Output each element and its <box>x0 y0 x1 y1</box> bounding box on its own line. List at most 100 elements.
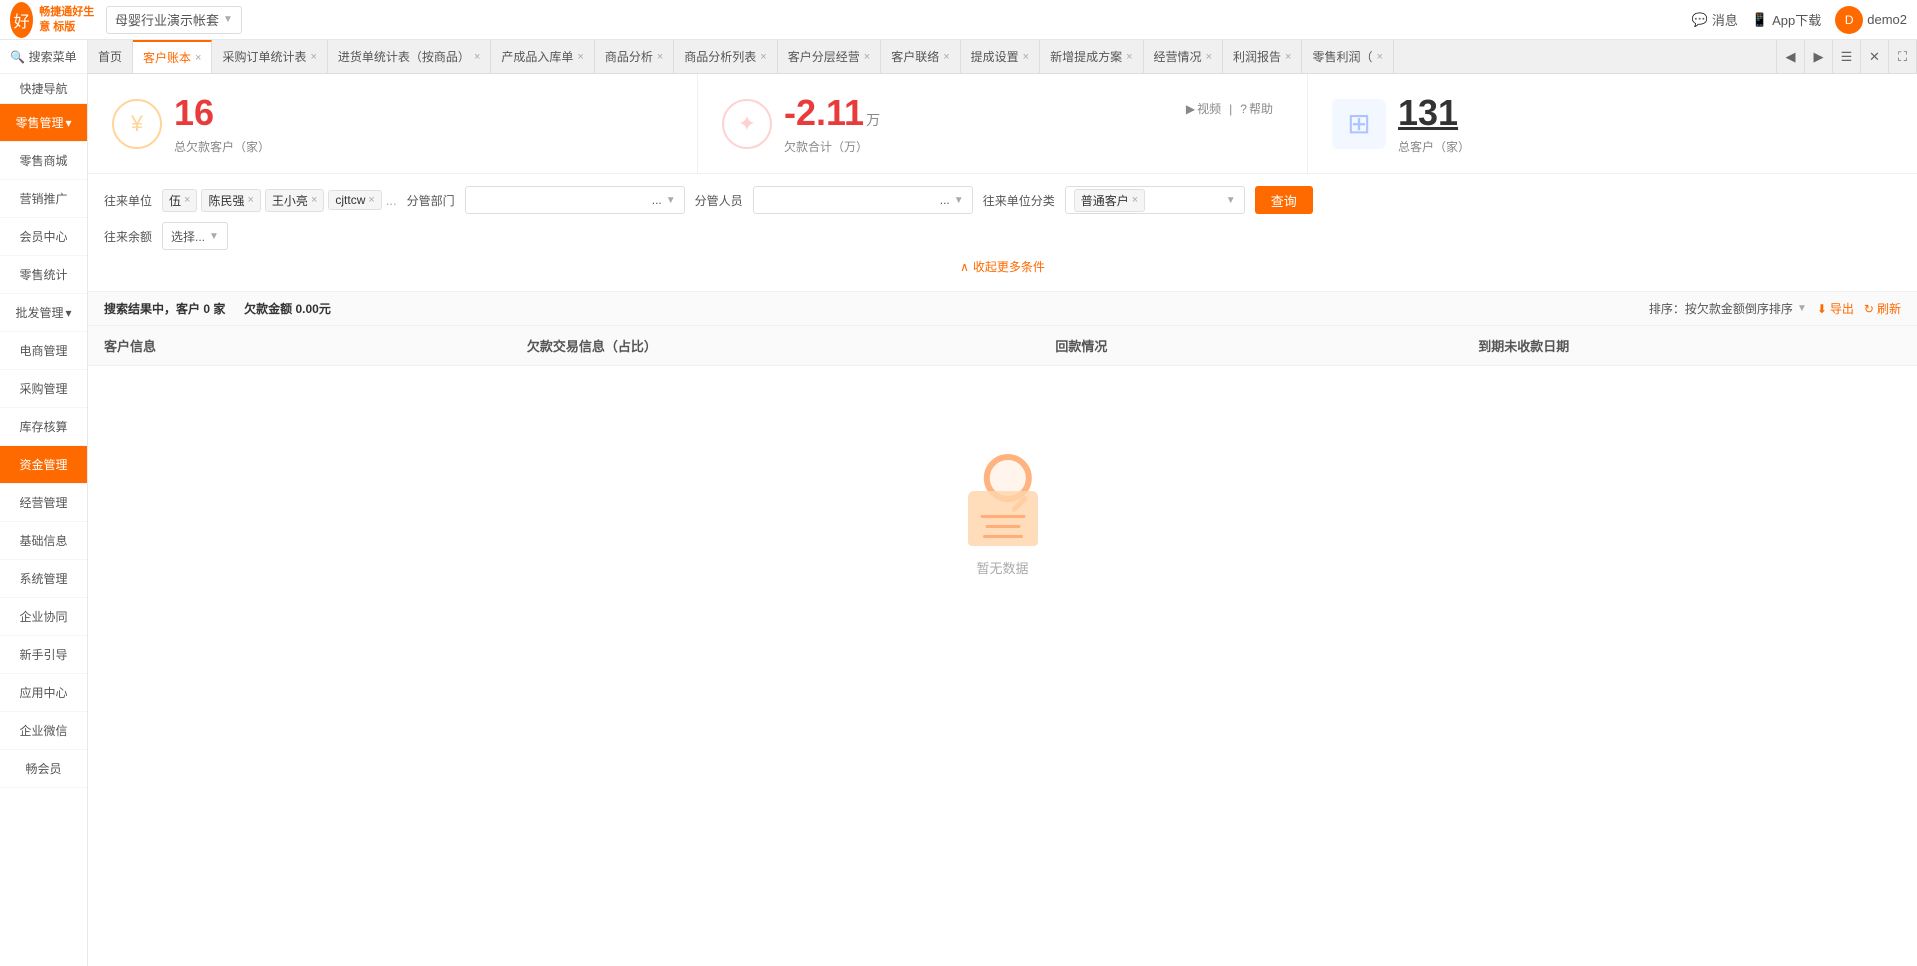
video-link[interactable]: ▶ 视频 <box>1186 100 1221 117</box>
sidebar-item-retail-stats[interactable]: 零售统计 <box>0 256 87 294</box>
tab-add-achievement-close[interactable]: × <box>1126 51 1132 63</box>
help-link[interactable]: ? 帮助 <box>1240 100 1273 117</box>
filter-tag-wang-close[interactable]: × <box>311 194 317 206</box>
filter-person-more[interactable]: ... <box>940 193 950 207</box>
tab-menu[interactable]: ☰ <box>1833 40 1861 74</box>
sidebar-item-inventory[interactable]: 库存核算 <box>0 408 87 446</box>
refresh-button[interactable]: ↻ 刷新 <box>1864 300 1901 317</box>
sidebar-item-wholesale[interactable]: 批发管理 ▾ <box>0 294 87 332</box>
filter-tag-normal-close[interactable]: × <box>1132 194 1138 206</box>
filter-tag-chen-close[interactable]: × <box>247 194 253 206</box>
stat-debt-amount-value: -2.11 <box>784 92 864 134</box>
tab-inventory-stats-label: 进货单统计表（按商品） <box>338 48 470 65</box>
app-wrapper: 好 畅捷通好生意 标版 母婴行业演示帐套 ▼ 💬 消息 📱 App下载 D de… <box>0 0 1917 966</box>
tab-product-analysis[interactable]: 商品分析 × <box>595 40 674 74</box>
tab-product-analysis-close[interactable]: × <box>657 51 663 63</box>
filter-balance-select[interactable]: 选择... ▼ <box>162 222 228 250</box>
tab-product-analysis-list[interactable]: 商品分析列表 × <box>674 40 777 74</box>
tab-profit-report[interactable]: 利润报告 × <box>1223 40 1302 74</box>
sidebar-search[interactable]: 🔍 搜索菜单 <box>0 40 87 74</box>
sidebar-item-retail-mgmt[interactable]: 零售管理 ▾ <box>0 104 87 142</box>
sidebar-quick-nav[interactable]: 快捷导航 <box>0 74 87 104</box>
sidebar-item-basic-info-label: 基础信息 <box>19 534 67 548</box>
tab-product-analysis-list-close[interactable]: × <box>760 51 766 63</box>
sidebar-item-app-center[interactable]: 应用中心 <box>0 674 87 712</box>
collapse-label: 收起更多条件 <box>973 258 1045 275</box>
tab-retail-profit-label: 零售利润（ <box>1312 48 1372 65</box>
tab-add-achievement[interactable]: 新增提成方案 × <box>1040 40 1143 74</box>
sidebar-item-vip[interactable]: 畅会员 <box>0 750 87 788</box>
tab-product-inbound-close[interactable]: × <box>577 51 583 63</box>
username: demo2 <box>1867 12 1907 27</box>
sidebar-item-wecom[interactable]: 企业微信 <box>0 712 87 750</box>
divider-bar: | <box>1229 100 1232 117</box>
tab-achievement-settings-close[interactable]: × <box>1023 51 1029 63</box>
result-customer-unit: 家 <box>213 302 225 316</box>
sidebar-item-operations[interactable]: 经营管理 <box>0 484 87 522</box>
tab-customer-contact-close[interactable]: × <box>943 51 949 63</box>
result-sort-label: 排序：按欠款金额倒序排序 <box>1649 300 1793 317</box>
tab-product-inbound[interactable]: 产成品入库单 × <box>491 40 594 74</box>
app-download-button[interactable]: 📱 App下载 <box>1752 10 1821 29</box>
filter-tag-wu-close[interactable]: × <box>184 194 190 206</box>
filter-category-select[interactable]: 普通客户 × ▼ <box>1065 186 1245 214</box>
filter-tag-cj-close[interactable]: × <box>368 194 374 206</box>
logo-text: 畅捷通好生意 标版 <box>39 5 98 34</box>
filter-tag-more[interactable]: ... <box>386 193 397 208</box>
tab-scroll-left[interactable]: ◀ <box>1777 40 1805 74</box>
result-spacer <box>229 302 241 316</box>
tab-customer-debt-close[interactable]: × <box>195 52 201 64</box>
tab-achievement-settings[interactable]: 提成设置 × <box>961 40 1040 74</box>
tab-purchase-order-stats-close[interactable]: × <box>310 51 316 63</box>
filter-unit-tags: 伍 × 陈民强 × 王小亮 × <box>162 189 397 212</box>
tab-purchase-order-stats[interactable]: 采购订单统计表 × <box>212 40 327 74</box>
logo-icon: 好 <box>10 2 33 38</box>
sidebar-item-retail-mgmt-arrow: ▾ <box>65 116 71 130</box>
sidebar-item-purchase[interactable]: 采购管理 <box>0 370 87 408</box>
result-sort[interactable]: 排序：按欠款金额倒序排序 ▼ <box>1649 300 1807 317</box>
query-button[interactable]: 查询 <box>1255 186 1313 214</box>
filter-person-select[interactable]: ... ▼ <box>753 186 973 214</box>
sidebar-item-retail-mall[interactable]: 零售商城 <box>0 142 87 180</box>
sidebar-item-enterprise[interactable]: 企业协同 <box>0 598 87 636</box>
company-selector[interactable]: 母婴行业演示帐套 ▼ <box>106 6 242 34</box>
tab-home[interactable]: 首页 <box>88 40 133 74</box>
tab-operations-situation-close[interactable]: × <box>1206 51 1212 63</box>
sidebar-item-system[interactable]: 系统管理 <box>0 560 87 598</box>
stat-block-debt-customers-content: 16 总欠款客户（家） <box>174 92 270 155</box>
filter-balance-chevron: ▼ <box>209 231 219 242</box>
sidebar-item-new-guide[interactable]: 新手引导 <box>0 636 87 674</box>
empty-state-text: 暂无数据 <box>976 558 1028 577</box>
tab-operations-situation[interactable]: 经营情况 × <box>1144 40 1223 74</box>
tab-close-all[interactable]: ✕ <box>1861 40 1889 74</box>
tab-retail-profit-close[interactable]: × <box>1376 51 1382 63</box>
filter-tag-wang-label: 王小亮 <box>272 192 308 209</box>
message-button[interactable]: 💬 消息 <box>1692 10 1738 29</box>
sidebar-item-marketing[interactable]: 营销推广 <box>0 180 87 218</box>
collapse-button[interactable]: ∧ 收起更多条件 <box>104 258 1901 275</box>
export-icon: ⬇ <box>1817 302 1827 316</box>
sidebar-item-basic-info[interactable]: 基础信息 <box>0 522 87 560</box>
tab-customer-debt[interactable]: 客户账本 × <box>133 40 212 74</box>
tab-profit-report-close[interactable]: × <box>1285 51 1291 63</box>
sidebar-item-inventory-label: 库存核算 <box>19 420 67 434</box>
filter-dept-more[interactable]: ... <box>652 193 662 207</box>
export-button[interactable]: ⬇ 导出 <box>1817 300 1854 317</box>
tab-achievement-settings-label: 提成设置 <box>971 48 1019 65</box>
sidebar-item-member[interactable]: 会员中心 <box>0 218 87 256</box>
tab-inventory-stats[interactable]: 进货单统计表（按商品） × <box>328 40 491 74</box>
tab-customer-tier[interactable]: 客户分层经营 × <box>778 40 881 74</box>
sidebar-item-ecommerce[interactable]: 电商管理 <box>0 332 87 370</box>
tab-customer-tier-close[interactable]: × <box>864 51 870 63</box>
tab-fullscreen[interactable]: ⛶ <box>1889 40 1917 74</box>
filter-dept-select[interactable]: ... ▼ <box>465 186 685 214</box>
sidebar-item-member-label: 会员中心 <box>19 230 67 244</box>
sidebar-item-finance[interactable]: 资金管理 <box>0 446 87 484</box>
tab-customer-contact[interactable]: 客户联络 × <box>881 40 960 74</box>
filter-row-2: 往来余额 选择... ▼ <box>104 222 1901 250</box>
user-menu[interactable]: D demo2 <box>1835 6 1907 34</box>
tab-scroll-right[interactable]: ▶ <box>1805 40 1833 74</box>
tab-retail-profit[interactable]: 零售利润（ × <box>1302 40 1393 74</box>
sidebar-item-system-label: 系统管理 <box>19 572 67 586</box>
tab-inventory-stats-close[interactable]: × <box>474 51 480 63</box>
